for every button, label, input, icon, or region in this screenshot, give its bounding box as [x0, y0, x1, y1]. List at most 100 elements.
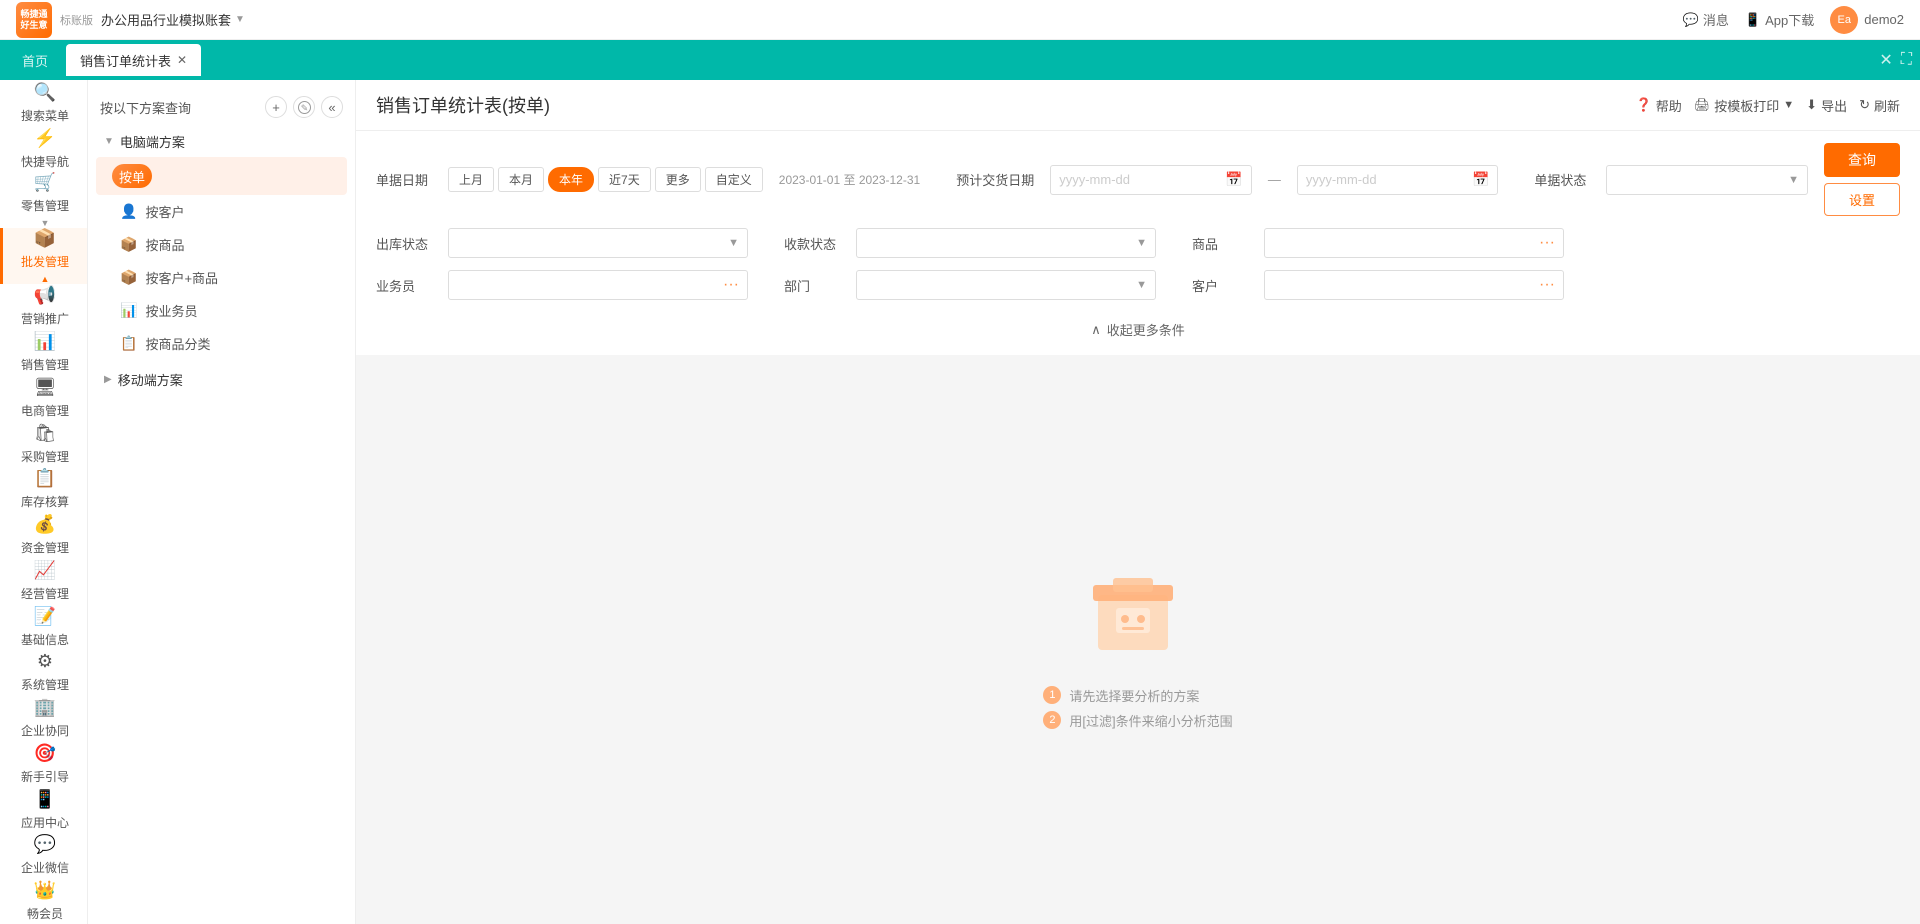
dept-select[interactable]: ▼: [856, 270, 1156, 300]
date-separator: —: [1268, 172, 1281, 187]
payment-status-label: 收款状态: [784, 234, 840, 253]
system-icon: ⚙: [37, 651, 53, 672]
date-btn-last7[interactable]: 近7天: [598, 167, 651, 192]
sidebar-item-inventory[interactable]: 📋 库存核算: [0, 467, 87, 513]
date-btn-last-month[interactable]: 上月: [448, 167, 494, 192]
query-btn-group: 查询 设置: [1824, 143, 1900, 216]
svg-text:✎: ✎: [300, 103, 308, 113]
left-panel: 按以下方案查询 + ✎ « ▼ 电脑端方案: [88, 80, 356, 924]
sidebar-item-marketing[interactable]: 📢 营销推广: [0, 284, 87, 330]
page-header: 销售订单统计表(按单) ❓ 帮助 🖨 按模板打印 ▼ ⬇ 导出: [356, 80, 1920, 131]
tree-group-pc-header[interactable]: ▼ 电脑端方案: [96, 126, 347, 157]
tree-item-order[interactable]: 按单: [96, 157, 347, 195]
sidebar-item-appcenter[interactable]: 📱 应用中心: [0, 787, 87, 833]
ecommerce-icon: 🖥: [34, 377, 57, 398]
salesperson-select[interactable]: ···: [448, 270, 748, 300]
panel-header: 按以下方案查询 + ✎ «: [88, 92, 355, 126]
hint-num-2: 2: [1043, 711, 1061, 729]
operation-icon: 📈: [34, 560, 56, 581]
tab-sales-stat[interactable]: 销售订单统计表 ✕: [66, 44, 201, 76]
tree-group-mobile-header[interactable]: ▶ 移动端方案: [96, 364, 347, 395]
tab-bar: 首页 销售订单统计表 ✕ ✕ ⛶: [0, 40, 1920, 80]
panel-add-btn[interactable]: +: [265, 96, 287, 118]
app-title[interactable]: 办公用品行业模拟账套 ▼: [101, 10, 245, 29]
customer-select[interactable]: ···: [1264, 270, 1564, 300]
refresh-btn[interactable]: ↻ 刷新: [1859, 96, 1900, 115]
settings-button[interactable]: 设置: [1824, 183, 1900, 216]
sidebar-item-search[interactable]: 🔍 搜索菜单: [0, 80, 87, 126]
panel-actions: + ✎ «: [265, 96, 343, 118]
sidebar-item-finance[interactable]: 💰 资金管理: [0, 512, 87, 558]
doc-status-select[interactable]: ▼: [1606, 165, 1808, 195]
goods-label: 商品: [1192, 234, 1248, 253]
inventory-icon: 📋: [34, 468, 56, 489]
empty-state: 1 请先选择要分析的方案 2 用[过滤]条件来缩小分析范围: [356, 355, 1920, 924]
goods-select[interactable]: ···: [1264, 228, 1564, 258]
sidebar-item-ecommerce[interactable]: 🖥 电商管理: [0, 375, 87, 421]
tab-close-icon[interactable]: ✕: [177, 53, 187, 67]
filter-section: 单据日期 上月 本月 本年 近7天 更多 自定义 2023-01-01 至 20…: [356, 131, 1920, 355]
sidebar-item-basic[interactable]: 📝 基础信息: [0, 604, 87, 650]
sidebar-item-retail[interactable]: 🛒 零售管理 ▼: [0, 172, 87, 228]
page-actions: ❓ 帮助 🖨 按模板打印 ▼ ⬇ 导出 ↻ 刷新: [1636, 96, 1900, 127]
tree-item-customer[interactable]: 👤 按客户: [96, 195, 347, 228]
sidebar-item-purchase[interactable]: 🛍 采购管理: [0, 421, 87, 467]
payment-status-select[interactable]: ▼: [856, 228, 1156, 258]
enterprise-icon: 🏢: [34, 697, 56, 718]
tree-item-salesperson[interactable]: 📊 按业务员: [96, 294, 347, 327]
user-profile[interactable]: Ea demo2: [1830, 6, 1904, 34]
empty-svg: [1078, 550, 1198, 670]
print-icon: 🖨: [1694, 97, 1711, 113]
tab-bar-right: ✕ ⛶: [1879, 50, 1912, 70]
tab-maximize-icon[interactable]: ⛶: [1901, 51, 1912, 69]
filter-row-date: 单据日期 上月 本月 本年 近7天 更多 自定义 2023-01-01 至 20…: [376, 143, 1900, 216]
customer-ellipsis-icon[interactable]: ···: [1539, 276, 1555, 294]
right-wrapper: 销售订单统计表(按单) ❓ 帮助 🖨 按模板打印 ▼ ⬇ 导出: [356, 80, 1920, 924]
salesperson-ellipsis-icon[interactable]: ···: [723, 276, 739, 294]
tree-item-customer-goods[interactable]: 📦 按客户+商品: [96, 261, 347, 294]
export-btn[interactable]: ⬇ 导出: [1806, 96, 1847, 115]
panel-collapse-btn[interactable]: «: [321, 96, 343, 118]
sidebar-item-newbie[interactable]: 🎯 新手引导: [0, 741, 87, 787]
dept-arrow-icon: ▼: [1136, 279, 1147, 291]
help-btn[interactable]: ❓ 帮助: [1636, 96, 1682, 115]
sales-icon: 📊: [34, 331, 56, 352]
sidebar-item-quicknav[interactable]: ⚡ 快捷导航: [0, 126, 87, 172]
sidebar: 🔍 搜索菜单 ⚡ 快捷导航 🛒 零售管理 ▼ 📦 批发管理 ▲ 📢 营销推广 📊…: [0, 80, 88, 924]
message-btn[interactable]: 💬 消息: [1683, 10, 1729, 29]
main-layout: 🔍 搜索菜单 ⚡ 快捷导航 🛒 零售管理 ▼ 📦 批发管理 ▲ 📢 营销推广 📊…: [0, 80, 1920, 924]
tree-item-category[interactable]: 📋 按商品分类: [96, 327, 347, 360]
appcenter-icon: 📱: [34, 789, 56, 810]
sidebar-item-system[interactable]: ⚙ 系统管理: [0, 650, 87, 696]
sidebar-item-sales[interactable]: 📊 销售管理: [0, 329, 87, 375]
goods-icon: 📦: [120, 236, 137, 253]
collapse-icon: ∧: [1091, 322, 1101, 338]
date-btn-this-month[interactable]: 本月: [498, 167, 544, 192]
panel-edit-btn[interactable]: ✎: [293, 96, 315, 118]
sidebar-item-wholesale[interactable]: 📦 批发管理 ▲: [0, 228, 87, 284]
expected-date-start[interactable]: yyyy-mm-dd 📅: [1050, 165, 1252, 195]
message-icon: 💬: [1683, 12, 1699, 28]
ship-status-label: 出库状态: [376, 234, 432, 253]
content-area: 按以下方案查询 + ✎ « ▼ 电脑端方案: [88, 80, 1920, 924]
date-btn-this-year[interactable]: 本年: [548, 167, 594, 192]
collapse-filter-btn[interactable]: ∧ 收起更多条件: [376, 312, 1900, 343]
sidebar-item-corpwechat[interactable]: 💬 企业微信: [0, 833, 87, 879]
query-button[interactable]: 查询: [1824, 143, 1900, 177]
sidebar-item-operation[interactable]: 📈 经营管理: [0, 558, 87, 604]
calendar-end-icon: 📅: [1472, 171, 1489, 188]
download-icon: 📱: [1745, 12, 1761, 28]
sidebar-item-membership[interactable]: 👑 畅会员: [0, 878, 87, 924]
date-btn-custom[interactable]: 自定义: [705, 167, 763, 192]
print-btn[interactable]: 🖨 按模板打印 ▼: [1694, 96, 1794, 115]
app-download-btn[interactable]: 📱 App下载: [1745, 10, 1814, 29]
tab-home[interactable]: 首页: [8, 44, 62, 76]
goods-ellipsis-icon[interactable]: ···: [1539, 234, 1555, 252]
doc-status-arrow-icon: ▼: [1788, 174, 1799, 186]
sidebar-item-enterprise[interactable]: 🏢 企业协同: [0, 695, 87, 741]
tab-close-window-icon[interactable]: ✕: [1879, 50, 1892, 70]
date-btn-more[interactable]: 更多: [655, 167, 701, 192]
expected-date-end[interactable]: yyyy-mm-dd 📅: [1297, 165, 1499, 195]
ship-status-select[interactable]: ▼: [448, 228, 748, 258]
tree-item-goods[interactable]: 📦 按商品: [96, 228, 347, 261]
